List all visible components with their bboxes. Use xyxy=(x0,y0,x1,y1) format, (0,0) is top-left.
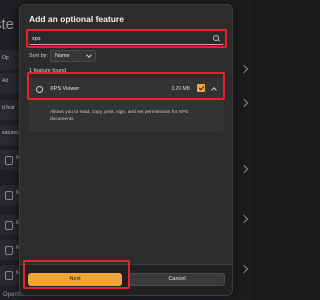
feature-description: Allows you to read, copy, print, sign, a… xyxy=(50,110,189,122)
add-optional-feature-dialog: Add an optional feature Sort by: Name 1 … xyxy=(19,4,233,296)
feature-icon xyxy=(5,221,13,230)
chevron-right-icon xyxy=(239,164,249,174)
search-input[interactable] xyxy=(32,33,212,44)
sort-by-dropdown[interactable]: Name xyxy=(50,50,96,62)
search-box[interactable] xyxy=(29,33,224,45)
feature-icon xyxy=(5,191,13,200)
chevron-right-icon xyxy=(239,214,249,224)
feature-icon xyxy=(5,156,13,165)
background-item-label: Op xyxy=(2,55,9,61)
cancel-button[interactable]: Cancel xyxy=(129,273,225,286)
feature-name: XPS Viewer xyxy=(50,86,80,92)
sort-by-value: Name xyxy=(55,53,70,59)
chevron-right-icon xyxy=(239,64,249,74)
feature-card-header[interactable]: XPS Viewer 3.20 MB xyxy=(29,78,224,100)
search-icon[interactable] xyxy=(213,35,219,41)
feature-size: 3.20 MB xyxy=(171,86,190,92)
background-page-title: ste xyxy=(0,16,15,33)
feature-icon xyxy=(36,86,43,93)
background-item-label: Ad xyxy=(2,78,9,84)
chevron-down-icon xyxy=(86,52,92,58)
feature-icon xyxy=(5,246,13,255)
background-item-label: d feat xyxy=(2,105,15,111)
feature-checkbox[interactable] xyxy=(197,84,205,92)
results-count: 1 feature found xyxy=(29,68,67,74)
dialog-footer: Next Cancel xyxy=(20,264,232,295)
feature-card-xps-viewer: XPS Viewer 3.20 MB Allows you to read, c… xyxy=(29,78,224,132)
next-button[interactable]: Next xyxy=(28,273,122,286)
background-item-label: eatures xyxy=(2,130,19,136)
chevron-right-icon xyxy=(239,98,249,108)
chevron-right-icon xyxy=(239,264,249,274)
chevron-up-icon[interactable] xyxy=(211,87,217,93)
feature-icon xyxy=(5,271,13,280)
sort-by-label: Sort by: xyxy=(29,53,48,59)
background-right-strip xyxy=(231,0,251,300)
dialog-title: Add an optional feature xyxy=(29,14,124,24)
